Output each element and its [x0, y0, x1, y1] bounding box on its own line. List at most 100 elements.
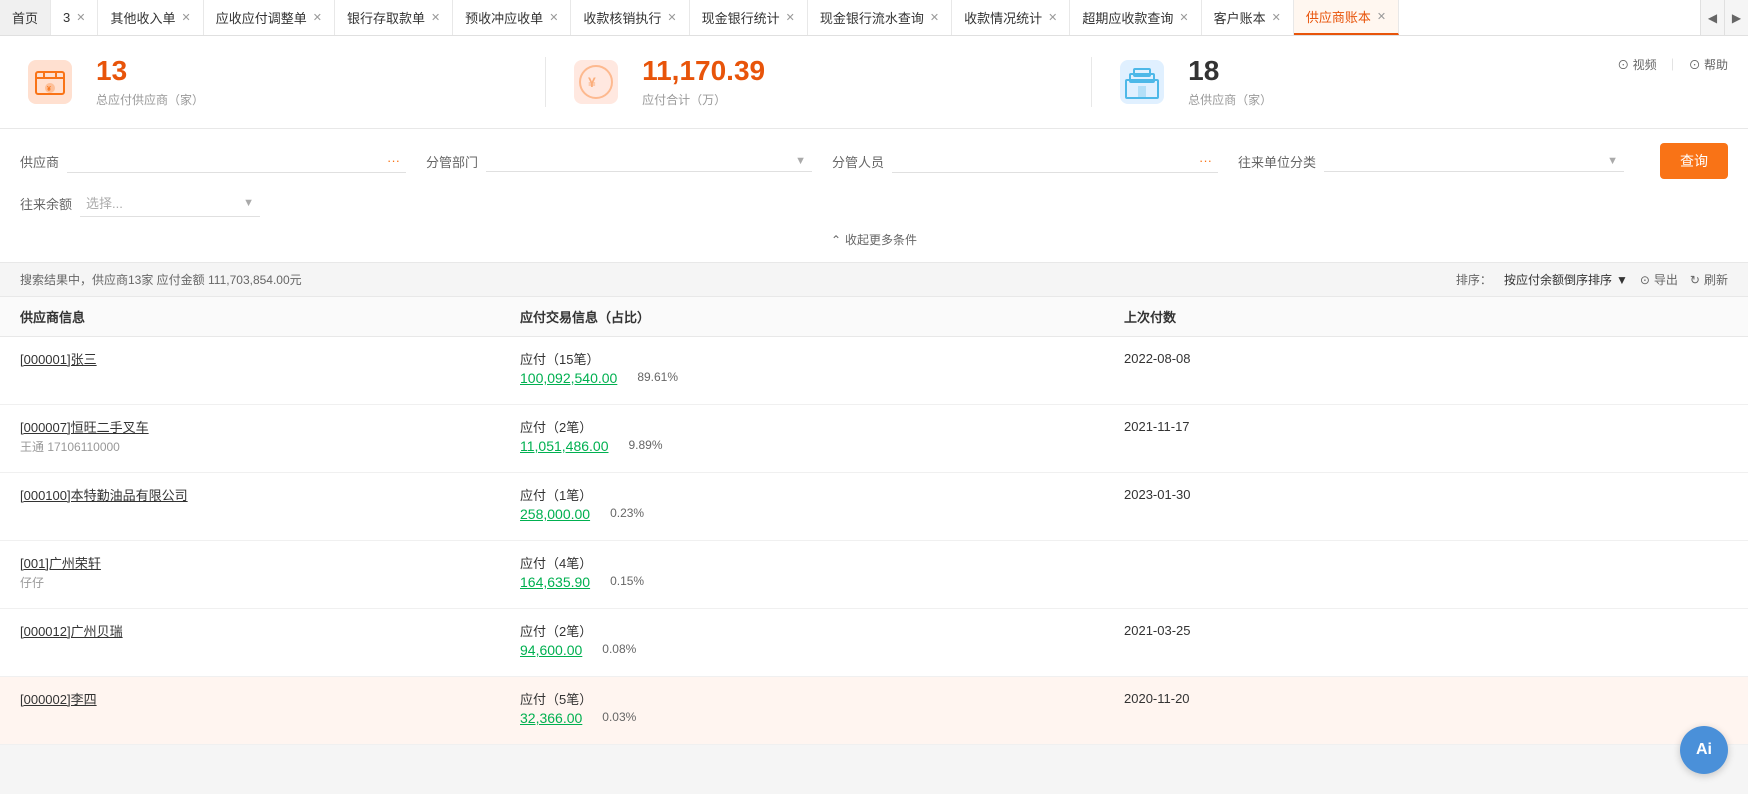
- refresh-button[interactable]: ↻ 刷新: [1690, 271, 1728, 288]
- pay-amount-1[interactable]: 11,051,486.00: [520, 438, 609, 454]
- last-pay-3: [1124, 553, 1728, 555]
- nav-tab-cash-flow-query-close[interactable]: ✕: [930, 11, 939, 24]
- nav-tab-bank-deposit-close[interactable]: ✕: [431, 11, 440, 24]
- person-input[interactable]: ···: [892, 149, 1218, 173]
- nav-tab-prepayment-close[interactable]: ✕: [549, 11, 558, 24]
- supplier-dots-icon[interactable]: ···: [387, 153, 400, 168]
- nav-tab-ar-ap-adjust-close[interactable]: ✕: [313, 11, 322, 24]
- collapse-label: 收起更多条件: [845, 231, 917, 248]
- supplier-cell-1: [000007]恒旺二手叉车 王通 17106110000: [20, 417, 520, 455]
- pay-label-2: 应付（1笔）: [520, 485, 1124, 504]
- filter-person: 分管人员 ···: [832, 149, 1238, 173]
- nav-tab-cash-bank-stats-close[interactable]: ✕: [786, 11, 795, 24]
- table-row-highlighted: [000002]李四 应付（5笔） 32,366.00 0.03% 2020-1…: [0, 677, 1748, 745]
- nav-prev-arrow[interactable]: ◀: [1700, 0, 1724, 36]
- pay-row-3: 164,635.90 0.15%: [520, 572, 1124, 590]
- pay-label-1: 应付（2笔）: [520, 417, 1124, 436]
- supplier-link-4[interactable]: [000012]广州贝瑞: [20, 621, 520, 640]
- nav-tab-ar-ap-adjust[interactable]: 应收应付调整单 ✕: [204, 0, 335, 35]
- supplier-link-2[interactable]: [000100]本特勤油品有限公司: [20, 485, 520, 504]
- supplier-input[interactable]: ···: [67, 149, 406, 173]
- summary-divider-1: [545, 57, 546, 107]
- nav-tab-customer-ledger-close[interactable]: ✕: [1272, 11, 1281, 24]
- total-suppliers-info: 18 总供应商（家）: [1188, 56, 1272, 108]
- pay-label-3: 应付（4笔）: [520, 553, 1124, 572]
- nav-tab-prepayment[interactable]: 预收冲应收单 ✕: [453, 0, 571, 35]
- table-row: [000001]张三 应付（15笔） 100,092,540.00 89.61%…: [0, 337, 1748, 405]
- nav-next-arrow[interactable]: ▶: [1724, 0, 1748, 36]
- link-separator: ｜: [1667, 56, 1679, 73]
- nav-tab-bank-deposit[interactable]: 银行存取款单 ✕: [335, 0, 453, 35]
- last-pay-1: 2021-11-17: [1124, 417, 1728, 434]
- nav-tab-cash-flow-query[interactable]: 现金银行流水查询 ✕: [808, 0, 952, 35]
- person-dots-icon[interactable]: ···: [1199, 153, 1212, 168]
- nav-tab-customer-ledger[interactable]: 客户账本 ✕: [1202, 0, 1294, 35]
- supplier-link-5[interactable]: [000002]李四: [20, 689, 520, 708]
- last-pay-5: 2020-11-20: [1124, 689, 1728, 706]
- unit-label: 往来单位分类: [1238, 152, 1316, 171]
- last-pay-2: 2023-01-30: [1124, 485, 1728, 502]
- nav-tab-receipt-stats-close[interactable]: ✕: [1048, 11, 1057, 24]
- person-label: 分管人员: [832, 152, 884, 171]
- pay-row-1: 11,051,486.00 9.89%: [520, 436, 1124, 454]
- last-pay-4: 2021-03-25: [1124, 621, 1728, 638]
- nav-tab-overdue-query-close[interactable]: ✕: [1179, 11, 1188, 24]
- pay-row-2: 258,000.00 0.23%: [520, 504, 1124, 522]
- nav-tab-overdue-query[interactable]: 超期应收款查询 ✕: [1070, 0, 1201, 35]
- sort-select[interactable]: 按应付余额倒序排序 ▼: [1504, 271, 1628, 288]
- pay-label-4: 应付（2笔）: [520, 621, 1124, 640]
- export-button[interactable]: ⊙ 导出: [1640, 271, 1678, 288]
- dept-select[interactable]: ▼: [486, 151, 812, 172]
- result-bar: 搜索结果中，供应商13家 应付金额 111,703,854.00元 排序： 按应…: [0, 263, 1748, 297]
- payable-suppliers-num: 13: [96, 56, 204, 87]
- nav-tab-supplier-ledger-close[interactable]: ✕: [1377, 10, 1386, 23]
- nav-tab-3[interactable]: 3 ✕: [51, 0, 98, 35]
- pay-info-cell-5: 应付（5笔） 32,366.00 0.03%: [520, 689, 1124, 726]
- nav-tab-collection-close[interactable]: ✕: [667, 11, 676, 24]
- pay-amount-0[interactable]: 100,092,540.00: [520, 370, 617, 386]
- query-button[interactable]: 查询: [1660, 143, 1728, 179]
- nav-tab-home[interactable]: 首页: [0, 0, 51, 35]
- filter-unit-type: 往来单位分类 ▼: [1238, 151, 1644, 172]
- pay-amount-4[interactable]: 94,600.00: [520, 642, 582, 658]
- balance-select[interactable]: 选择... ▼: [80, 189, 260, 217]
- balance-placeholder: 选择...: [86, 193, 123, 212]
- pay-amount-5[interactable]: 32,366.00: [520, 710, 582, 726]
- nav-prepayment-label: 预收冲应收单: [465, 8, 543, 27]
- balance-chevron-icon: ▼: [243, 197, 254, 209]
- filter-area: 供应商 ··· 分管部门 ▼ 分管人员 ··· 往来单位分类 ▼: [0, 129, 1748, 263]
- balance-label: 往来余额: [20, 194, 72, 213]
- nav-tab-other-income-close[interactable]: ✕: [181, 11, 190, 24]
- video-link[interactable]: ⊙ 视频: [1617, 56, 1656, 73]
- nav-customer-ledger-label: 客户账本: [1214, 8, 1266, 27]
- supplier-cell-2: [000100]本特勤油品有限公司: [20, 485, 520, 504]
- pay-amount-3[interactable]: 164,635.90: [520, 574, 590, 590]
- help-link[interactable]: ⊙ 帮助: [1689, 56, 1728, 73]
- payable-total-info: 11,170.39 应付合计（万）: [642, 56, 765, 108]
- ai-button[interactable]: Ai: [1680, 726, 1728, 774]
- nav-tab-supplier-ledger[interactable]: 供应商账本 ✕: [1294, 0, 1399, 35]
- table-row: [000007]恒旺二手叉车 王通 17106110000 应付（2笔） 11,…: [0, 405, 1748, 473]
- pay-row-4: 94,600.00 0.08%: [520, 640, 1124, 658]
- col-last-pay: 上次付数: [1124, 307, 1728, 326]
- pay-pct-4: 0.08%: [602, 642, 636, 656]
- collapse-button[interactable]: ⌃ 收起更多条件: [814, 227, 934, 252]
- unit-select[interactable]: ▼: [1324, 151, 1624, 172]
- nav-tab-3-close[interactable]: ✕: [76, 11, 85, 24]
- nav-home-label: 首页: [12, 8, 38, 27]
- refresh-label: 刷新: [1704, 271, 1728, 288]
- nav-tab-receipt-stats[interactable]: 收款情况统计 ✕: [952, 0, 1070, 35]
- nav-bank-deposit-label: 银行存取款单: [347, 8, 425, 27]
- supplier-link-3[interactable]: [001]广州荣轩: [20, 553, 520, 572]
- last-pay-0: 2022-08-08: [1124, 349, 1728, 366]
- supplier-link-1[interactable]: [000007]恒旺二手叉车: [20, 417, 520, 436]
- pay-amount-2[interactable]: 258,000.00: [520, 506, 590, 522]
- nav-supplier-ledger-label: 供应商账本: [1306, 7, 1371, 26]
- nav-tab-other-income[interactable]: 其他收入单 ✕: [98, 0, 203, 35]
- nav-tab-cash-bank-stats[interactable]: 现金银行统计 ✕: [690, 0, 808, 35]
- table-row: [001]广州荣轩 仔仔 应付（4笔） 164,635.90 0.15%: [0, 541, 1748, 609]
- nav-tab-collection[interactable]: 收款核销执行 ✕: [571, 0, 689, 35]
- supplier-link-0[interactable]: [000001]张三: [20, 349, 520, 368]
- col-pay-info: 应付交易信息（占比）: [520, 307, 1124, 326]
- pay-pct-3: 0.15%: [610, 574, 644, 588]
